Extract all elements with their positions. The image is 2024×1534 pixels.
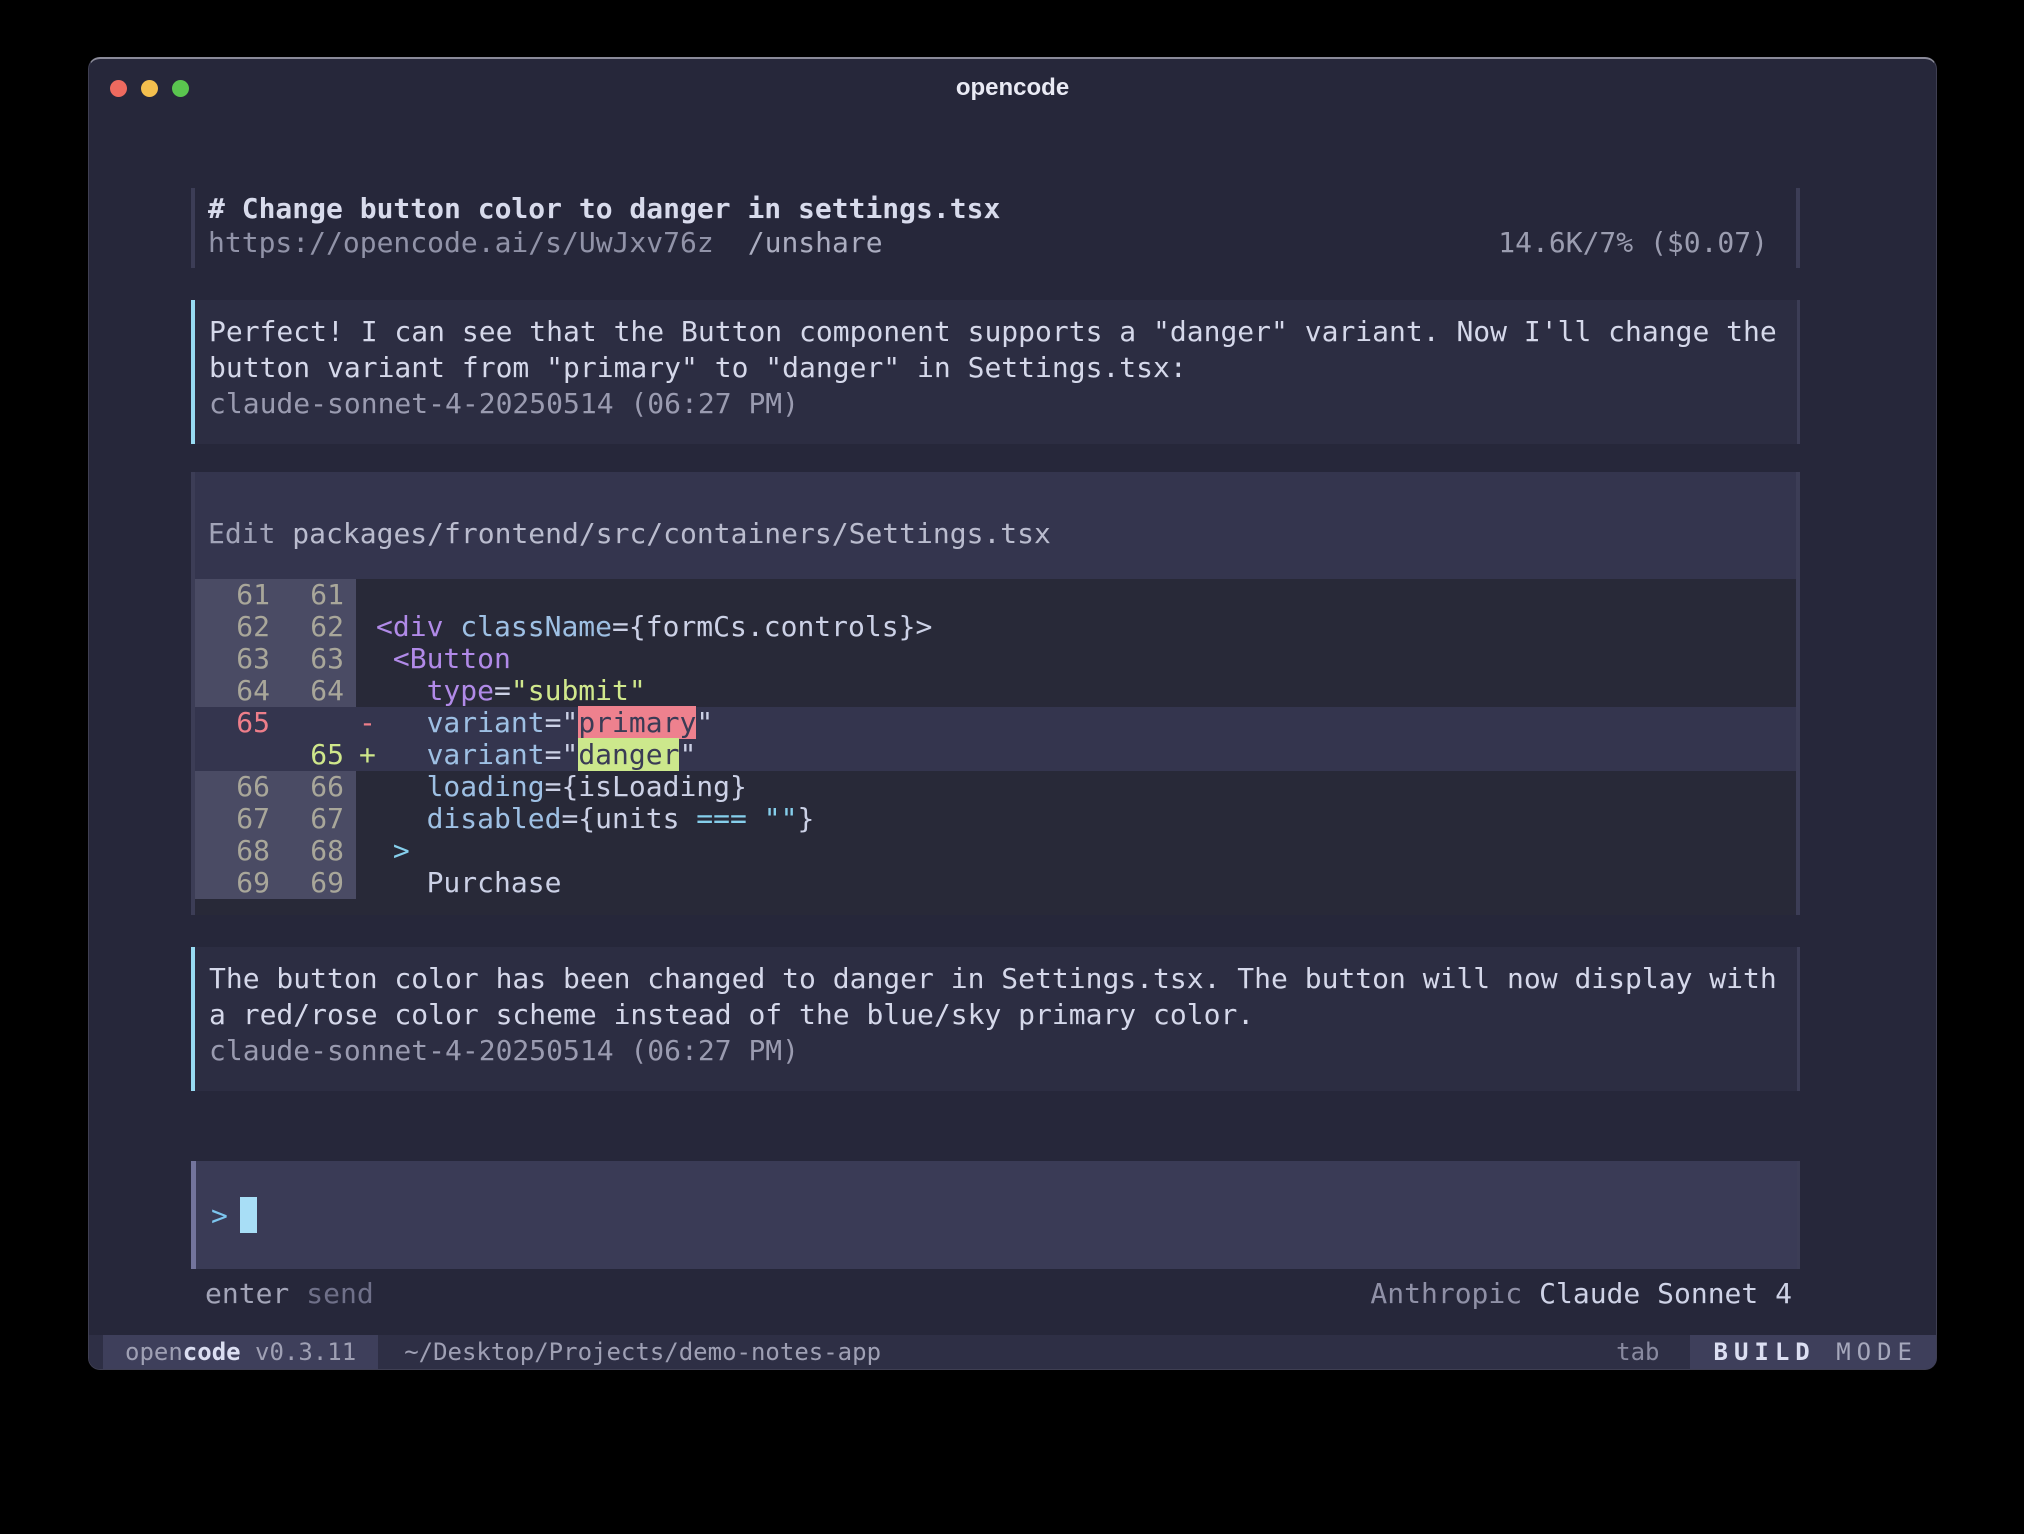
diff-code-line: disabled={units === ""}	[376, 803, 1796, 835]
diff-marker: -	[356, 707, 376, 739]
diff-gutter-old: 63	[195, 643, 276, 675]
session-header: # Change button color to danger in setti…	[191, 188, 1800, 268]
diff-marker	[356, 675, 376, 707]
diff-gutter-old: 62	[195, 611, 276, 643]
message-text: Perfect! I can see that the Button compo…	[209, 314, 1777, 386]
session-title: # Change button color to danger in setti…	[208, 192, 1768, 226]
enter-key-hint: enter	[205, 1279, 289, 1309]
tab-key-hint: tab	[1616, 1335, 1689, 1369]
window-title: opencode	[89, 74, 1936, 102]
app-version: v0.3.11	[241, 1338, 357, 1366]
diff-gutter-old	[195, 739, 276, 771]
mode-toggle[interactable]: BUILD MODE	[1690, 1335, 1937, 1369]
model-provider: Anthropic	[1370, 1277, 1522, 1310]
prompt-symbol: >	[211, 1199, 228, 1232]
app-name-open: open	[125, 1338, 183, 1366]
edit-header: Edit packages/frontend/src/containers/Se…	[195, 472, 1796, 579]
hint-row: enter send Anthropic Claude Sonnet 4	[191, 1279, 1800, 1309]
message-text: The button color has been changed to dan…	[209, 961, 1777, 1033]
assistant-message: Perfect! I can see that the Button compo…	[191, 300, 1800, 444]
diff-row: 65 - variant="primary"	[195, 707, 1796, 739]
diff-row: 6161	[195, 579, 1796, 611]
diff-gutter-new: 64	[276, 675, 356, 707]
app-name-code: code	[183, 1338, 241, 1366]
unshare-command[interactable]: /unshare	[748, 226, 883, 260]
diff-marker: +	[356, 739, 376, 771]
text-cursor	[240, 1197, 257, 1233]
model-indicator: Anthropic Claude Sonnet 4	[1370, 1279, 1792, 1309]
diff-row: 6262 <div className={formCs.controls}>	[195, 611, 1796, 643]
diff-code-line: Purchase	[376, 867, 1796, 899]
mode-build-label: BUILD	[1714, 1338, 1816, 1366]
prompt-input[interactable]: >	[191, 1161, 1800, 1269]
edit-tool-block: Edit packages/frontend/src/containers/Se…	[191, 472, 1800, 915]
app-version-chip: opencode v0.3.11	[103, 1335, 378, 1369]
diff-marker	[356, 803, 376, 835]
working-directory: ~/Desktop/Projects/demo-notes-app	[404, 1335, 881, 1369]
diff-gutter-new	[276, 707, 356, 739]
diff-gutter-new: 67	[276, 803, 356, 835]
assistant-message: The button color has been changed to dan…	[191, 947, 1800, 1091]
diff-code-line: <div className={formCs.controls}>	[376, 611, 1796, 643]
diff-row: 6868 >	[195, 835, 1796, 867]
message-meta: claude-sonnet-4-20250514 (06:27 PM)	[209, 386, 1777, 422]
token-cost-stats: 14.6K/7% ($0.07)	[1498, 226, 1768, 260]
diff-row: 65+ variant="danger"	[195, 739, 1796, 771]
diff-gutter-old: 64	[195, 675, 276, 707]
diff-row: 6767 disabled={units === ""}	[195, 803, 1796, 835]
share-url[interactable]: https://opencode.ai/s/UwJxv76z	[208, 226, 714, 260]
diff-gutter-new: 66	[276, 771, 356, 803]
terminal-content: # Change button color to danger in setti…	[191, 117, 1800, 1335]
diff-gutter-old: 66	[195, 771, 276, 803]
diff-marker	[356, 771, 376, 803]
diff-gutter-old: 65	[195, 707, 276, 739]
diff-gutter-new: 68	[276, 835, 356, 867]
titlebar: opencode	[89, 59, 1936, 117]
diff-gutter-new: 61	[276, 579, 356, 611]
diff-row: 6464 type="submit"	[195, 675, 1796, 707]
message-meta: claude-sonnet-4-20250514 (06:27 PM)	[209, 1033, 1777, 1069]
diff-marker	[356, 867, 376, 899]
diff-code-line: variant="primary"	[376, 707, 1796, 739]
diff-row: 6363 <Button	[195, 643, 1796, 675]
opencode-window: opencode # Change button color to danger…	[88, 57, 1937, 1370]
diff-gutter-old: 67	[195, 803, 276, 835]
diff-marker	[356, 643, 376, 675]
diff-marker	[356, 835, 376, 867]
diff-gutter-new: 63	[276, 643, 356, 675]
diff-rows: 61616262 <div className={formCs.controls}…	[195, 579, 1796, 915]
send-action-hint: send	[306, 1279, 373, 1309]
diff-row: 6666 loading={isLoading}	[195, 771, 1796, 803]
diff-gutter-new: 62	[276, 611, 356, 643]
model-name: Claude Sonnet 4	[1539, 1277, 1792, 1310]
edit-file-path: packages/frontend/src/containers/Setting…	[292, 517, 1051, 550]
diff-gutter-old: 69	[195, 867, 276, 899]
diff-gutter-old: 61	[195, 579, 276, 611]
diff-code-line: <Button	[376, 643, 1796, 675]
diff-gutter-old: 68	[195, 835, 276, 867]
diff-marker	[356, 611, 376, 643]
diff-code-line: type="submit"	[376, 675, 1796, 707]
diff-code-line	[376, 579, 1796, 611]
diff-gutter-new: 69	[276, 867, 356, 899]
diff-code-line: >	[376, 835, 1796, 867]
edit-action-label: Edit	[208, 517, 292, 550]
mode-mode-label: MODE	[1816, 1338, 1918, 1366]
diff-code-line: loading={isLoading}	[376, 771, 1796, 803]
diff-gutter-new: 65	[276, 739, 356, 771]
status-bar: opencode v0.3.11 ~/Desktop/Projects/demo…	[89, 1335, 1936, 1369]
diff-marker	[356, 579, 376, 611]
diff-row: 6969 Purchase	[195, 867, 1796, 899]
diff-code-line: variant="danger"	[376, 739, 1796, 771]
